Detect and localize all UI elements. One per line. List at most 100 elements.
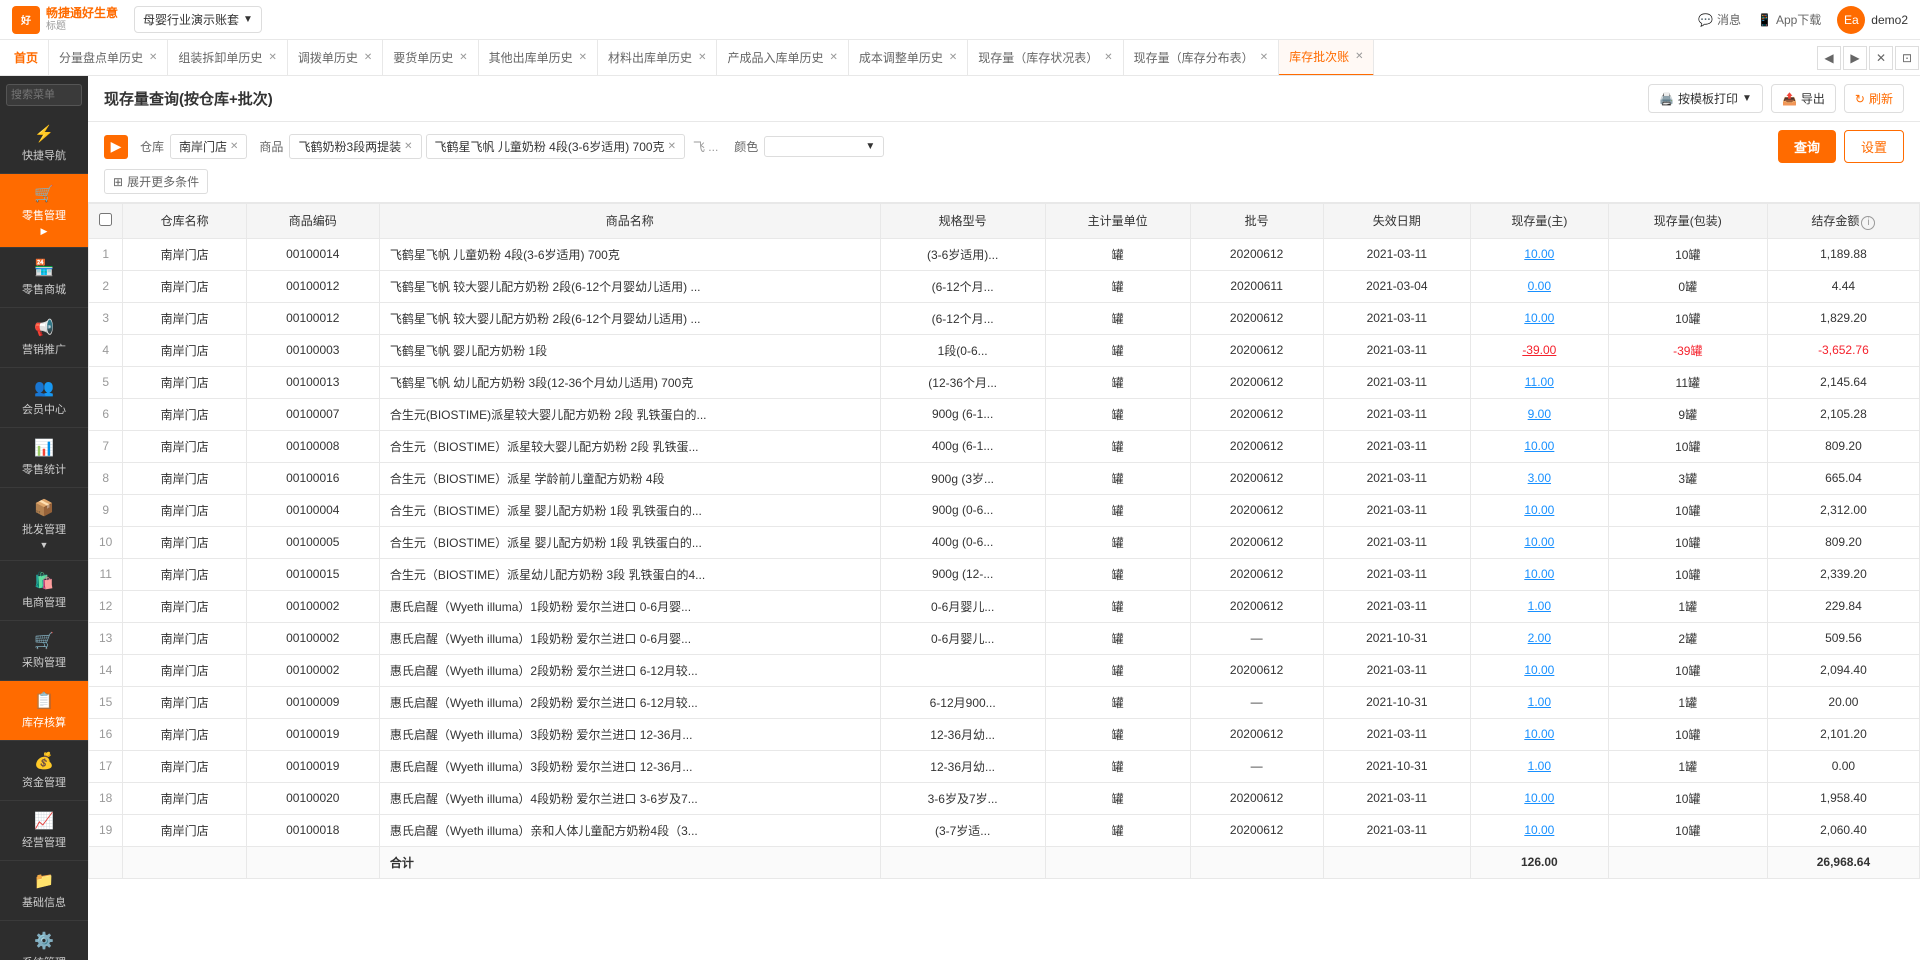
tab-next-btn[interactable]: ▶ [1843, 46, 1867, 70]
sidebar-item-wholesale[interactable]: 📦 批发管理 ▼ [0, 488, 88, 561]
row-stock-main[interactable]: 3.00 [1470, 462, 1608, 494]
sidebar-item-retail-mall[interactable]: 🏪 零售商城 [0, 248, 88, 308]
total-empty-3 [246, 846, 379, 878]
sidebar-item-finance[interactable]: 💰 资金管理 [0, 741, 88, 801]
row-stock-main[interactable]: 1.00 [1470, 750, 1608, 782]
row-code: 00100002 [246, 590, 379, 622]
color-selector[interactable]: ▼ [764, 136, 884, 157]
sidebar-item-system[interactable]: ⚙️ 系统管理 [0, 921, 88, 960]
row-stock-main[interactable]: 10.00 [1470, 238, 1608, 270]
tab-chengben-close[interactable]: ✕ [949, 52, 957, 63]
template-print-btn[interactable]: 🖨️ 按模板打印 ▼ [1648, 84, 1763, 113]
sidebar-item-marketing[interactable]: 📢 营销推广 [0, 308, 88, 368]
row-amount: 665.04 [1767, 462, 1919, 494]
row-num: 4 [89, 334, 123, 366]
app-download-btn[interactable]: 📱 App下载 [1757, 11, 1821, 28]
row-num: 10 [89, 526, 123, 558]
row-stock-main[interactable]: 10.00 [1470, 654, 1608, 686]
product-tag-1-close[interactable]: ✕ [404, 141, 412, 152]
row-stock-main[interactable]: 2.00 [1470, 622, 1608, 654]
amount-info-icon[interactable]: i [1861, 216, 1875, 230]
tab-xiancun2[interactable]: 现存量（库存分布表） ✕ [1124, 40, 1279, 76]
row-stock-main[interactable]: 1.00 [1470, 590, 1608, 622]
row-stock-main[interactable]: 10.00 [1470, 814, 1608, 846]
row-stock-main[interactable]: 10.00 [1470, 526, 1608, 558]
tab-cailiao-close[interactable]: ✕ [698, 52, 706, 63]
chevron-down-icon: ▼ [243, 14, 253, 25]
sidebar-item-retail-mgmt[interactable]: 🛒 零售管理 ▶ [0, 174, 88, 248]
row-stock-main[interactable]: 11.00 [1470, 366, 1608, 398]
row-amount: 2,060.40 [1767, 814, 1919, 846]
table-row: 18 南岸门店 00100020 惠氏启醒（Wyeth illuma）4段奶粉 … [89, 782, 1920, 814]
tab-xiancun2-close[interactable]: ✕ [1260, 52, 1268, 63]
tab-cailiao[interactable]: 材料出库单历史 ✕ [598, 40, 717, 76]
retail-stats-icon: 📊 [34, 438, 54, 458]
sidebar-item-operations[interactable]: 📈 经营管理 [0, 801, 88, 861]
tab-zuzhang-close[interactable]: ✕ [268, 52, 276, 63]
settings-btn[interactable]: 设置 [1844, 130, 1904, 163]
tab-diaobou[interactable]: 调拨单历史 ✕ [288, 40, 383, 76]
row-stock-main[interactable]: 10.00 [1470, 558, 1608, 590]
purchase-icon: 🛒 [34, 631, 54, 651]
tab-chengben[interactable]: 成本调整单历史 ✕ [849, 40, 968, 76]
row-num: 11 [89, 558, 123, 590]
row-code: 00100002 [246, 622, 379, 654]
row-stock-main[interactable]: 10.00 [1470, 494, 1608, 526]
tab-chanpin-close[interactable]: ✕ [829, 52, 837, 63]
tab-more-btn[interactable]: ⊡ [1895, 46, 1919, 70]
tab-kucun-pici-close[interactable]: ✕ [1355, 51, 1363, 62]
product-tag-2-close[interactable]: ✕ [668, 141, 676, 152]
row-stock-main[interactable]: 0.00 [1470, 270, 1608, 302]
tab-fenliang-close[interactable]: ✕ [149, 52, 157, 63]
tab-qita-close[interactable]: ✕ [579, 52, 587, 63]
export-btn[interactable]: 📤 导出 [1771, 84, 1836, 113]
sidebar-item-inventory[interactable]: 📋 库存核算 [0, 681, 88, 741]
sidebar-item-basic-info[interactable]: 📁 基础信息 [0, 861, 88, 921]
tab-qita[interactable]: 其他出库单历史 ✕ [479, 40, 598, 76]
product-more-dots[interactable]: 飞 ... [689, 138, 722, 155]
message-btn[interactable]: 💬 消息 [1698, 11, 1741, 28]
row-spec: 12-36月幼... [880, 750, 1045, 782]
row-unit: 罐 [1045, 750, 1190, 782]
expand-filter-btn[interactable]: ▶ [104, 135, 128, 159]
tab-zuzhang[interactable]: 组装拆卸单历史 ✕ [168, 40, 287, 76]
tab-yaohuo[interactable]: 要货单历史 ✕ [383, 40, 478, 76]
sidebar-item-shortcut[interactable]: ⚡ 快捷导航 [0, 114, 88, 174]
select-all-checkbox[interactable] [99, 213, 112, 226]
row-stock-main[interactable]: 10.00 [1470, 782, 1608, 814]
row-amount: 229.84 [1767, 590, 1919, 622]
org-selector[interactable]: 母婴行业演示账套 ▼ [134, 6, 262, 33]
tab-fenliang[interactable]: 分量盘点单历史 ✕ [49, 40, 168, 76]
page-title: 现存量查询(按仓库+批次) [104, 88, 273, 109]
query-btn[interactable]: 查询 [1778, 130, 1836, 163]
sidebar-item-purchase[interactable]: 🛒 采购管理 [0, 621, 88, 681]
tab-home[interactable]: 首页 [4, 40, 49, 76]
total-empty-8 [1608, 846, 1767, 878]
sidebar-item-ecommerce[interactable]: 🛍️ 电商管理 [0, 561, 88, 621]
sidebar-item-retail-stats[interactable]: 📊 零售统计 [0, 428, 88, 488]
row-stock-main[interactable]: 9.00 [1470, 398, 1608, 430]
expand-more-btn[interactable]: ⊞ 展开更多条件 [104, 169, 208, 194]
tab-xiancun1[interactable]: 现存量（库存状况表） ✕ [968, 40, 1123, 76]
tab-kucun-pici[interactable]: 库存批次账 ✕ [1279, 40, 1374, 76]
tab-close-all-btn[interactable]: ✕ [1869, 46, 1893, 70]
row-unit: 罐 [1045, 238, 1190, 270]
row-stock-pkg: 10罐 [1608, 430, 1767, 462]
tab-chanpin[interactable]: 产成品入库单历史 ✕ [717, 40, 848, 76]
row-spec: 900g (6-1... [880, 398, 1045, 430]
search-input[interactable] [6, 84, 82, 106]
row-stock-main[interactable]: 1.00 [1470, 686, 1608, 718]
row-stock-main[interactable]: 10.00 [1470, 430, 1608, 462]
row-stock-main[interactable]: 10.00 [1470, 718, 1608, 750]
tab-diaobou-close[interactable]: ✕ [364, 52, 372, 63]
warehouse-tag-close[interactable]: ✕ [230, 141, 238, 152]
tab-prev-btn[interactable]: ◀ [1817, 46, 1841, 70]
row-stock-main[interactable]: 10.00 [1470, 302, 1608, 334]
refresh-btn[interactable]: ↻ 刷新 [1844, 84, 1904, 113]
tab-xiancun1-close[interactable]: ✕ [1104, 52, 1112, 63]
sidebar-item-member[interactable]: 👥 会员中心 [0, 368, 88, 428]
row-stock-main[interactable]: -39.00 [1470, 334, 1608, 366]
row-spec: 400g (0-6... [880, 526, 1045, 558]
warehouse-filter: 仓库 南岸门店 ✕ [140, 134, 247, 159]
tab-yaohuo-close[interactable]: ✕ [459, 52, 467, 63]
